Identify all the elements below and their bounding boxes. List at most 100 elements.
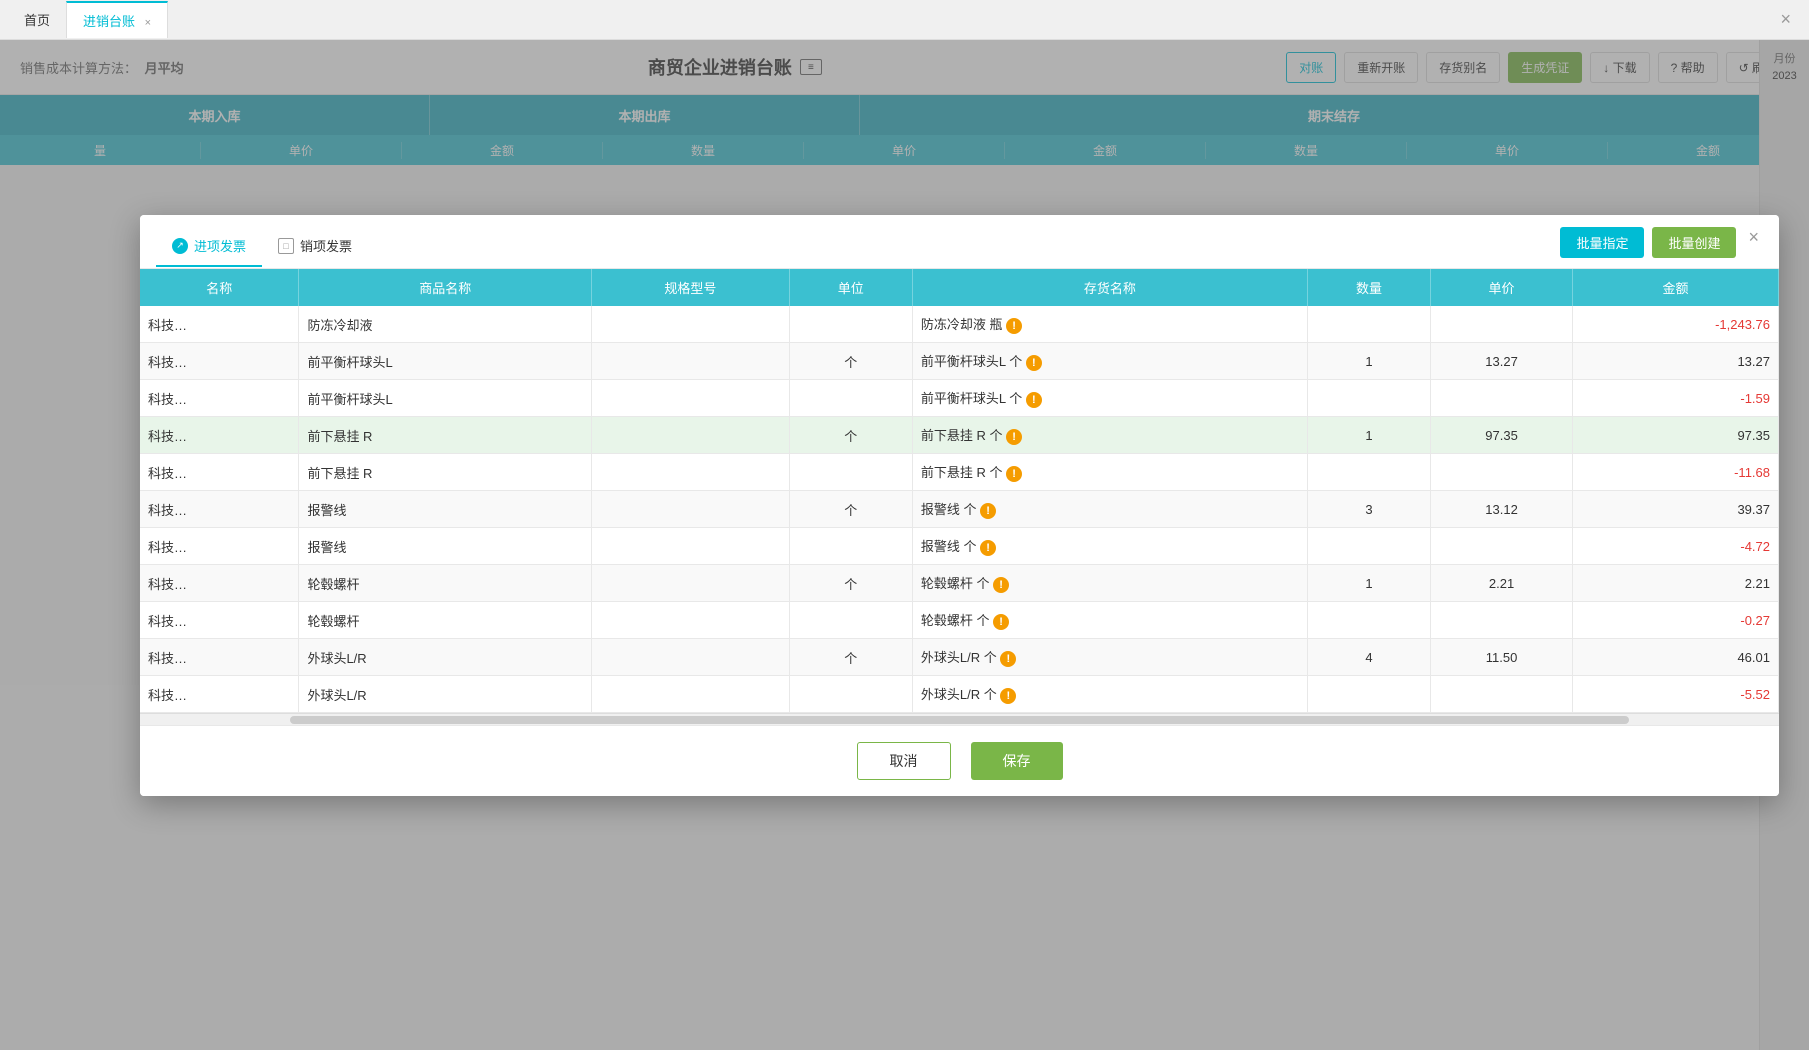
modal-close-icon[interactable]: × <box>1744 227 1763 258</box>
cell-unit <box>789 454 912 491</box>
cell-stock: 外球头L/R 个 ! <box>912 639 1307 676</box>
invoice-table: 名称 商品名称 规格型号 单位 存货名称 数量 单价 金额 科技… 防冻冷却液 <box>140 269 1779 713</box>
cell-spec <box>592 676 790 713</box>
cell-unit: 个 <box>789 417 912 454</box>
table-row[interactable]: 科技… 外球头L/R 个 外球头L/R 个 ! 4 11.50 46.01 <box>140 639 1779 676</box>
cell-amount: 46.01 <box>1572 639 1778 676</box>
cell-qty <box>1307 306 1430 343</box>
cell-qty <box>1307 380 1430 417</box>
cell-unit <box>789 380 912 417</box>
table-row[interactable]: 科技… 前平衡杆球头L 前平衡杆球头L 个 ! -1.59 <box>140 380 1779 417</box>
tab-ledger[interactable]: 进销台账 × <box>66 1 168 38</box>
cell-price <box>1431 602 1573 639</box>
warning-icon: ! <box>1006 429 1022 445</box>
col-qty: 数量 <box>1307 269 1430 306</box>
cell-price <box>1431 676 1573 713</box>
cell-spec <box>592 602 790 639</box>
cell-amount: -4.72 <box>1572 528 1778 565</box>
tab-output-invoice[interactable]: □ 销项发票 <box>262 228 368 267</box>
cell-unit <box>789 528 912 565</box>
cell-price: 97.35 <box>1431 417 1573 454</box>
cell-stock: 前下悬挂 R 个 ! <box>912 417 1307 454</box>
table-row[interactable]: 科技… 前下悬挂 R 前下悬挂 R 个 ! -11.68 <box>140 454 1779 491</box>
cell-amount: 2.21 <box>1572 565 1778 602</box>
cell-product: 轮毂螺杆 <box>299 602 592 639</box>
top-bar: 首页 进销台账 × × <box>0 0 1809 40</box>
table-row[interactable]: 科技… 外球头L/R 外球头L/R 个 ! -5.52 <box>140 676 1779 713</box>
save-button[interactable]: 保存 <box>971 742 1063 780</box>
cell-stock: 轮毂螺杆 个 ! <box>912 565 1307 602</box>
table-row[interactable]: 科技… 轮毂螺杆 轮毂螺杆 个 ! -0.27 <box>140 602 1779 639</box>
col-stock: 存货名称 <box>912 269 1307 306</box>
cell-spec <box>592 454 790 491</box>
cell-product: 轮毂螺杆 <box>299 565 592 602</box>
input-invoice-icon: ↗ <box>172 238 188 254</box>
tab-close-icon[interactable]: × <box>145 17 151 29</box>
cell-name: 科技… <box>140 380 299 417</box>
cell-unit <box>789 602 912 639</box>
cell-amount: 13.27 <box>1572 343 1778 380</box>
modal-footer: 取消 保存 <box>140 725 1779 796</box>
cell-unit: 个 <box>789 491 912 528</box>
modal-body[interactable]: 名称 商品名称 规格型号 单位 存货名称 数量 单价 金额 科技… 防冻冷却液 <box>140 269 1779 713</box>
table-row[interactable]: 科技… 报警线 报警线 个 ! -4.72 <box>140 528 1779 565</box>
cell-qty <box>1307 676 1430 713</box>
table-row[interactable]: 科技… 轮毂螺杆 个 轮毂螺杆 个 ! 1 2.21 2.21 <box>140 565 1779 602</box>
table-row[interactable]: 科技… 报警线 个 报警线 个 ! 3 13.12 39.37 <box>140 491 1779 528</box>
cell-stock: 报警线 个 ! <box>912 528 1307 565</box>
cell-price <box>1431 380 1573 417</box>
modal-actions: 批量指定 批量创建 × <box>1560 227 1763 268</box>
cell-qty <box>1307 528 1430 565</box>
table-row[interactable]: 科技… 前下悬挂 R 个 前下悬挂 R 个 ! 1 97.35 97.35 <box>140 417 1779 454</box>
modal-dialog: ↗ 进项发票 □ 销项发票 批量指定 批量创建 × 名称 商品名称 规格型号 <box>140 215 1779 796</box>
warning-icon: ! <box>993 577 1009 593</box>
cell-unit: 个 <box>789 639 912 676</box>
cell-price <box>1431 528 1573 565</box>
cell-amount: -5.52 <box>1572 676 1778 713</box>
col-spec: 规格型号 <box>592 269 790 306</box>
cell-spec <box>592 306 790 343</box>
app-close-icon[interactable]: × <box>1770 5 1801 34</box>
warning-icon: ! <box>1026 355 1042 371</box>
cell-name: 科技… <box>140 676 299 713</box>
cell-product: 外球头L/R <box>299 639 592 676</box>
warning-icon: ! <box>993 614 1009 630</box>
col-price: 单价 <box>1431 269 1573 306</box>
col-amount: 金额 <box>1572 269 1778 306</box>
cell-stock: 轮毂螺杆 个 ! <box>912 602 1307 639</box>
cell-amount: 39.37 <box>1572 491 1778 528</box>
cell-stock: 防冻冷却液 瓶 ! <box>912 306 1307 343</box>
cell-qty: 1 <box>1307 565 1430 602</box>
table-row[interactable]: 科技… 前平衡杆球头L 个 前平衡杆球头L 个 ! 1 13.27 13.27 <box>140 343 1779 380</box>
cell-spec <box>592 528 790 565</box>
cell-name: 科技… <box>140 306 299 343</box>
cell-price: 11.50 <box>1431 639 1573 676</box>
main-content: 销售成本计算方法： 月平均 商贸企业进销台账 ≡ 对账 重新开账 存货别名 生成… <box>0 40 1809 1050</box>
cell-name: 科技… <box>140 565 299 602</box>
modal-header: ↗ 进项发票 □ 销项发票 批量指定 批量创建 × <box>140 215 1779 269</box>
cell-price: 2.21 <box>1431 565 1573 602</box>
cell-spec <box>592 343 790 380</box>
cell-amount: -11.68 <box>1572 454 1778 491</box>
cell-spec <box>592 417 790 454</box>
tab-input-invoice[interactable]: ↗ 进项发票 <box>156 228 262 267</box>
cell-amount: -0.27 <box>1572 602 1778 639</box>
batch-create-button[interactable]: 批量创建 <box>1652 227 1736 258</box>
table-row[interactable]: 科技… 防冻冷却液 防冻冷却液 瓶 ! -1,243.76 <box>140 306 1779 343</box>
modal-scrollbar[interactable] <box>140 713 1779 725</box>
cell-name: 科技… <box>140 602 299 639</box>
cell-spec <box>592 380 790 417</box>
cell-product: 外球头L/R <box>299 676 592 713</box>
cell-qty <box>1307 454 1430 491</box>
cell-name: 科技… <box>140 343 299 380</box>
cell-spec <box>592 639 790 676</box>
batch-assign-button[interactable]: 批量指定 <box>1560 227 1644 258</box>
cell-qty: 3 <box>1307 491 1430 528</box>
tab-home[interactable]: 首页 <box>8 2 66 37</box>
cancel-button[interactable]: 取消 <box>857 742 951 780</box>
cell-product: 前平衡杆球头L <box>299 380 592 417</box>
cell-amount: -1,243.76 <box>1572 306 1778 343</box>
warning-icon: ! <box>980 540 996 556</box>
cell-product: 前下悬挂 R <box>299 417 592 454</box>
col-name: 名称 <box>140 269 299 306</box>
